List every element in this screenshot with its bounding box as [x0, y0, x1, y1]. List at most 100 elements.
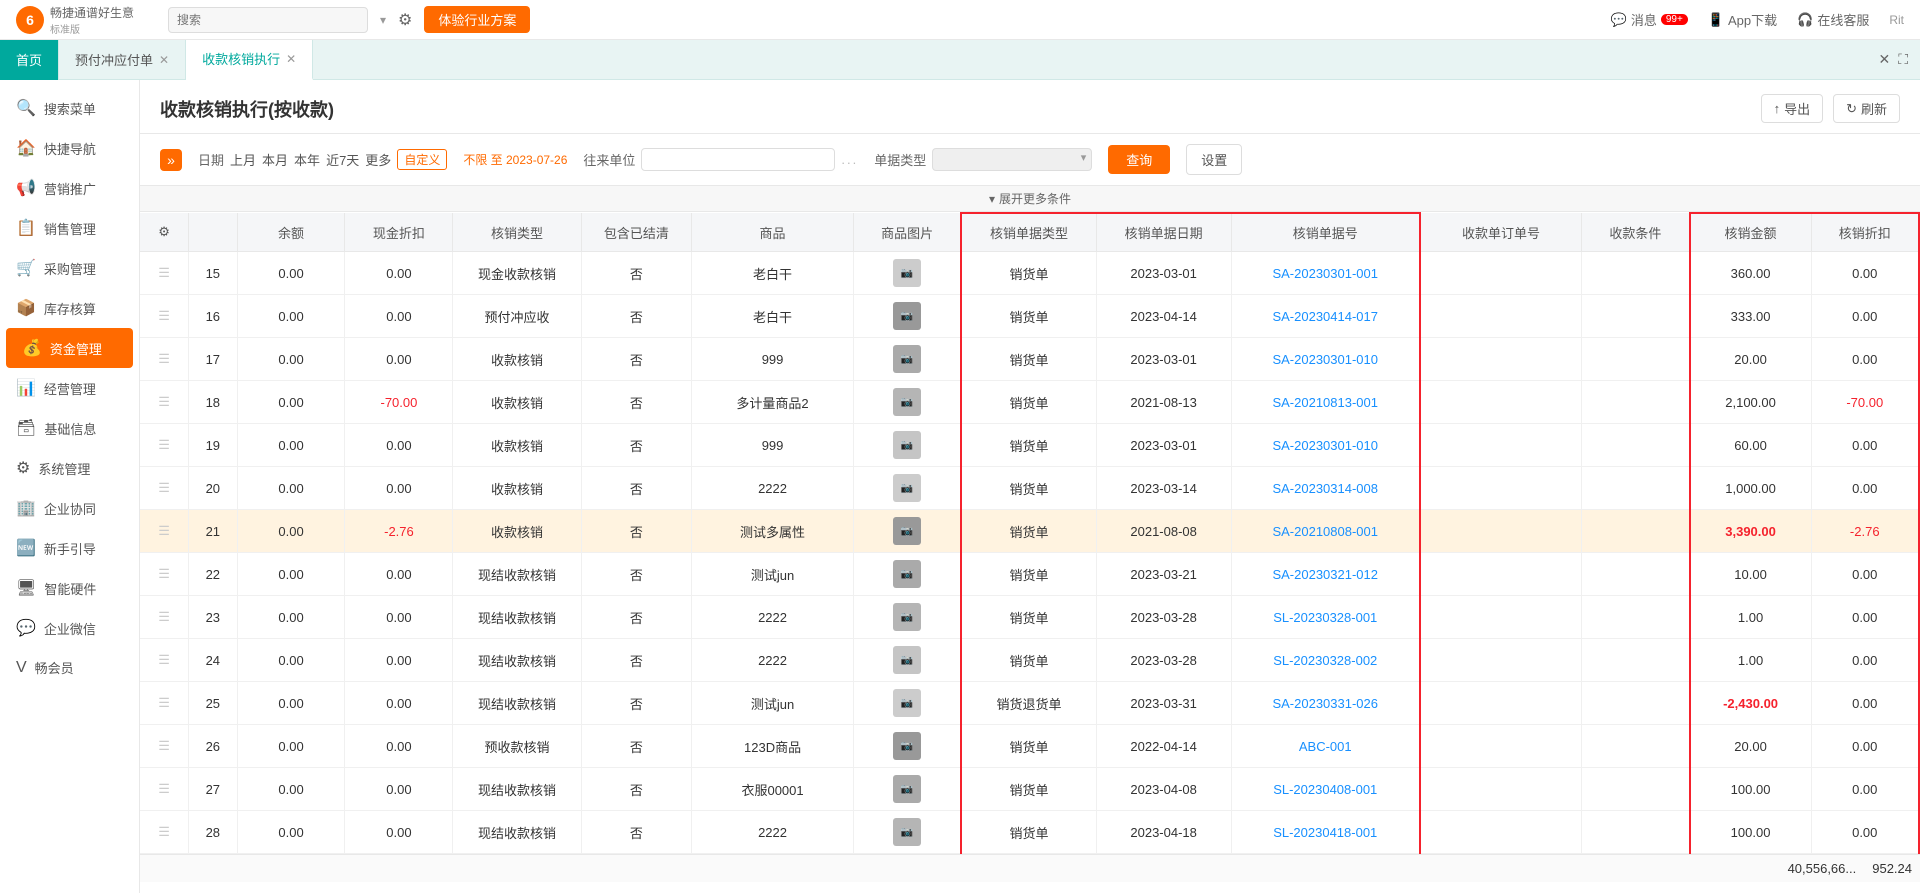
- tab-prepay[interactable]: 预付冲应付单 ✕: [59, 40, 186, 80]
- filter-custom-date[interactable]: 自定义: [397, 149, 447, 170]
- col-gear-cell[interactable]: ☰: [140, 768, 189, 811]
- col-gear-cell[interactable]: ☰: [140, 639, 189, 682]
- col-write-off-no-cell[interactable]: SL-20230328-002: [1231, 639, 1420, 682]
- export-button[interactable]: ↑ 导出: [1761, 94, 1824, 123]
- write-off-no-link[interactable]: SA-20230331-026: [1272, 696, 1378, 711]
- col-write-off-no-cell[interactable]: SA-20230314-008: [1231, 467, 1420, 510]
- filter-last-7-days[interactable]: 近7天: [326, 150, 359, 169]
- filter-last-month[interactable]: 上月: [230, 150, 256, 169]
- sidebar-item-nav[interactable]: 🏠 快捷导航: [0, 128, 139, 168]
- sidebar-item-marketing[interactable]: 📢 营销推广: [0, 168, 139, 208]
- col-gear-header[interactable]: ⚙: [140, 213, 189, 252]
- col-write-off-no-cell[interactable]: SL-20230408-001: [1231, 768, 1420, 811]
- expand-conditions-button[interactable]: ▾ 展开更多条件: [989, 190, 1071, 207]
- col-write-off-no-cell[interactable]: SL-20230418-001: [1231, 811, 1420, 854]
- col-write-off-no-cell[interactable]: SA-20230301-010: [1231, 424, 1420, 467]
- table-row[interactable]: ☰ 15 0.00 0.00 现金收款核销 否 老白干 📷 销货单 2023-0…: [140, 252, 1919, 295]
- tab-receipt[interactable]: 收款核销执行 ✕: [186, 40, 313, 80]
- table-row[interactable]: ☰ 21 0.00 -2.76 收款核销 否 测试多属性 📷 销货单 2021-…: [140, 510, 1919, 553]
- table-row[interactable]: ☰ 24 0.00 0.00 现结收款核销 否 2222 📷 销货单 2023-…: [140, 639, 1919, 682]
- table-row[interactable]: ☰ 27 0.00 0.00 现结收款核销 否 衣服00001 📷 销货单 20…: [140, 768, 1919, 811]
- col-write-off-no-cell[interactable]: SA-20230301-010: [1231, 338, 1420, 381]
- sidebar-item-finance[interactable]: 💰 资金管理: [6, 328, 133, 368]
- app-download-button[interactable]: 📱 App下载: [1708, 10, 1777, 29]
- sidebar-item-search[interactable]: 🔍 搜索菜单: [0, 88, 139, 128]
- table-row[interactable]: ☰ 28 0.00 0.00 现结收款核销 否 2222 📷 销货单 2023-…: [140, 811, 1919, 854]
- table-row[interactable]: ☰ 19 0.00 0.00 收款核销 否 999 📷 销货单 2023-03-…: [140, 424, 1919, 467]
- tab-prepay-close[interactable]: ✕: [159, 53, 169, 67]
- sidebar-item-inventory[interactable]: 📦 库存核算: [0, 288, 139, 328]
- sidebar-item-corp[interactable]: 🏢 企业协同: [0, 488, 139, 528]
- col-gear-cell[interactable]: ☰: [140, 596, 189, 639]
- table-row[interactable]: ☰ 17 0.00 0.00 收款核销 否 999 📷 销货单 2023-03-…: [140, 338, 1919, 381]
- sidebar-item-operations[interactable]: 📊 经营管理: [0, 368, 139, 408]
- refresh-button[interactable]: ↻ 刷新: [1833, 94, 1900, 123]
- tab-home[interactable]: 首页: [0, 40, 59, 80]
- write-off-no-link[interactable]: SL-20230408-001: [1273, 782, 1377, 797]
- col-gear-cell[interactable]: ☰: [140, 381, 189, 424]
- sidebar-item-purchase[interactable]: 🛒 采购管理: [0, 248, 139, 288]
- voucher-type-select[interactable]: [932, 148, 1092, 171]
- col-write-off-no-cell[interactable]: SL-20230328-001: [1231, 596, 1420, 639]
- gear-icon[interactable]: ⚙: [158, 224, 170, 239]
- col-write-off-no-cell[interactable]: SA-20210813-001: [1231, 381, 1420, 424]
- sidebar-item-system[interactable]: ⚙ 系统管理: [0, 448, 139, 488]
- solution-button[interactable]: 体验行业方案: [424, 6, 530, 33]
- message-button[interactable]: 💬 消息 99+: [1611, 10, 1688, 29]
- write-off-no-link[interactable]: SA-20230301-010: [1272, 352, 1378, 367]
- sidebar-item-wechat[interactable]: 💬 企业微信: [0, 608, 139, 648]
- write-off-no-link[interactable]: SA-20230321-012: [1272, 567, 1378, 582]
- sidebar-item-newbie[interactable]: 🆕 新手引导: [0, 528, 139, 568]
- service-button[interactable]: 🎧 在线客服: [1797, 10, 1869, 29]
- table-row[interactable]: ☰ 26 0.00 0.00 预收款核销 否 123D商品 📷 销货单 2022…: [140, 725, 1919, 768]
- table-row[interactable]: ☰ 18 0.00 -70.00 收款核销 否 多计量商品2 📷 销货单 202…: [140, 381, 1919, 424]
- col-write-off-no-cell[interactable]: SA-20230321-012: [1231, 553, 1420, 596]
- col-gear-cell[interactable]: ☰: [140, 338, 189, 381]
- settings-button[interactable]: 设置: [1186, 144, 1242, 175]
- col-gear-cell[interactable]: ☰: [140, 467, 189, 510]
- col-gear-cell[interactable]: ☰: [140, 510, 189, 553]
- table-row[interactable]: ☰ 16 0.00 0.00 预付冲应收 否 老白干 📷 销货单 2023-04…: [140, 295, 1919, 338]
- write-off-no-link[interactable]: SA-20230301-010: [1272, 438, 1378, 453]
- col-write-off-no-cell[interactable]: SA-20230301-001: [1231, 252, 1420, 295]
- write-off-no-link[interactable]: SA-20210813-001: [1272, 395, 1378, 410]
- chevron-down-icon[interactable]: ▾: [380, 13, 386, 27]
- write-off-no-link[interactable]: SA-20230414-017: [1272, 309, 1378, 324]
- filter-more[interactable]: 更多: [365, 150, 391, 169]
- col-gear-cell[interactable]: ☰: [140, 811, 189, 854]
- col-gear-cell[interactable]: ☰: [140, 553, 189, 596]
- maximize-icon[interactable]: ⛶: [1898, 51, 1908, 68]
- query-button[interactable]: 查询: [1108, 145, 1170, 174]
- write-off-no-link[interactable]: SA-20210808-001: [1272, 524, 1378, 539]
- tab-receipt-close[interactable]: ✕: [286, 52, 296, 66]
- table-row[interactable]: ☰ 22 0.00 0.00 现结收款核销 否 测试jun 📷 销货单 2023…: [140, 553, 1919, 596]
- col-write-off-no-cell[interactable]: ABC-001: [1231, 725, 1420, 768]
- close-window-icon[interactable]: ✕: [1878, 51, 1890, 68]
- sidebar-item-sales[interactable]: 📋 销售管理: [0, 208, 139, 248]
- sidebar-item-basic[interactable]: 🗃 基础信息: [0, 408, 139, 448]
- write-off-no-link[interactable]: ABC-001: [1299, 739, 1352, 754]
- col-gear-cell[interactable]: ☰: [140, 424, 189, 467]
- table-row[interactable]: ☰ 20 0.00 0.00 收款核销 否 2222 📷 销货单 2023-03…: [140, 467, 1919, 510]
- write-off-no-link[interactable]: SA-20230301-001: [1272, 266, 1378, 281]
- filter-collapse-button[interactable]: »: [160, 149, 182, 171]
- table-row[interactable]: ☰ 23 0.00 0.00 现结收款核销 否 2222 📷 销货单 2023-…: [140, 596, 1919, 639]
- col-write-off-no-cell[interactable]: SA-20210808-001: [1231, 510, 1420, 553]
- col-gear-cell[interactable]: ☰: [140, 682, 189, 725]
- filter-this-year[interactable]: 本年: [294, 150, 320, 169]
- search-input[interactable]: [168, 7, 368, 33]
- write-off-no-link[interactable]: SA-20230314-008: [1272, 481, 1378, 496]
- col-write-off-no-cell[interactable]: SA-20230331-026: [1231, 682, 1420, 725]
- col-gear-cell[interactable]: ☰: [140, 295, 189, 338]
- write-off-no-link[interactable]: SL-20230328-002: [1273, 653, 1377, 668]
- table-container[interactable]: ⚙ 余额 现金折扣 核销类型 包含已结清 商品 商品图片 核销单据类型 核销单据…: [140, 212, 1920, 893]
- sidebar-item-member[interactable]: V 畅会员: [0, 648, 139, 687]
- partner-input[interactable]: [641, 148, 835, 171]
- filter-this-month[interactable]: 本月: [262, 150, 288, 169]
- write-off-no-link[interactable]: SL-20230328-001: [1273, 610, 1377, 625]
- gear-icon[interactable]: ⚙: [398, 10, 412, 30]
- write-off-no-link[interactable]: SL-20230418-001: [1273, 825, 1377, 840]
- col-gear-cell[interactable]: ☰: [140, 252, 189, 295]
- col-gear-cell[interactable]: ☰: [140, 725, 189, 768]
- col-write-off-no-cell[interactable]: SA-20230414-017: [1231, 295, 1420, 338]
